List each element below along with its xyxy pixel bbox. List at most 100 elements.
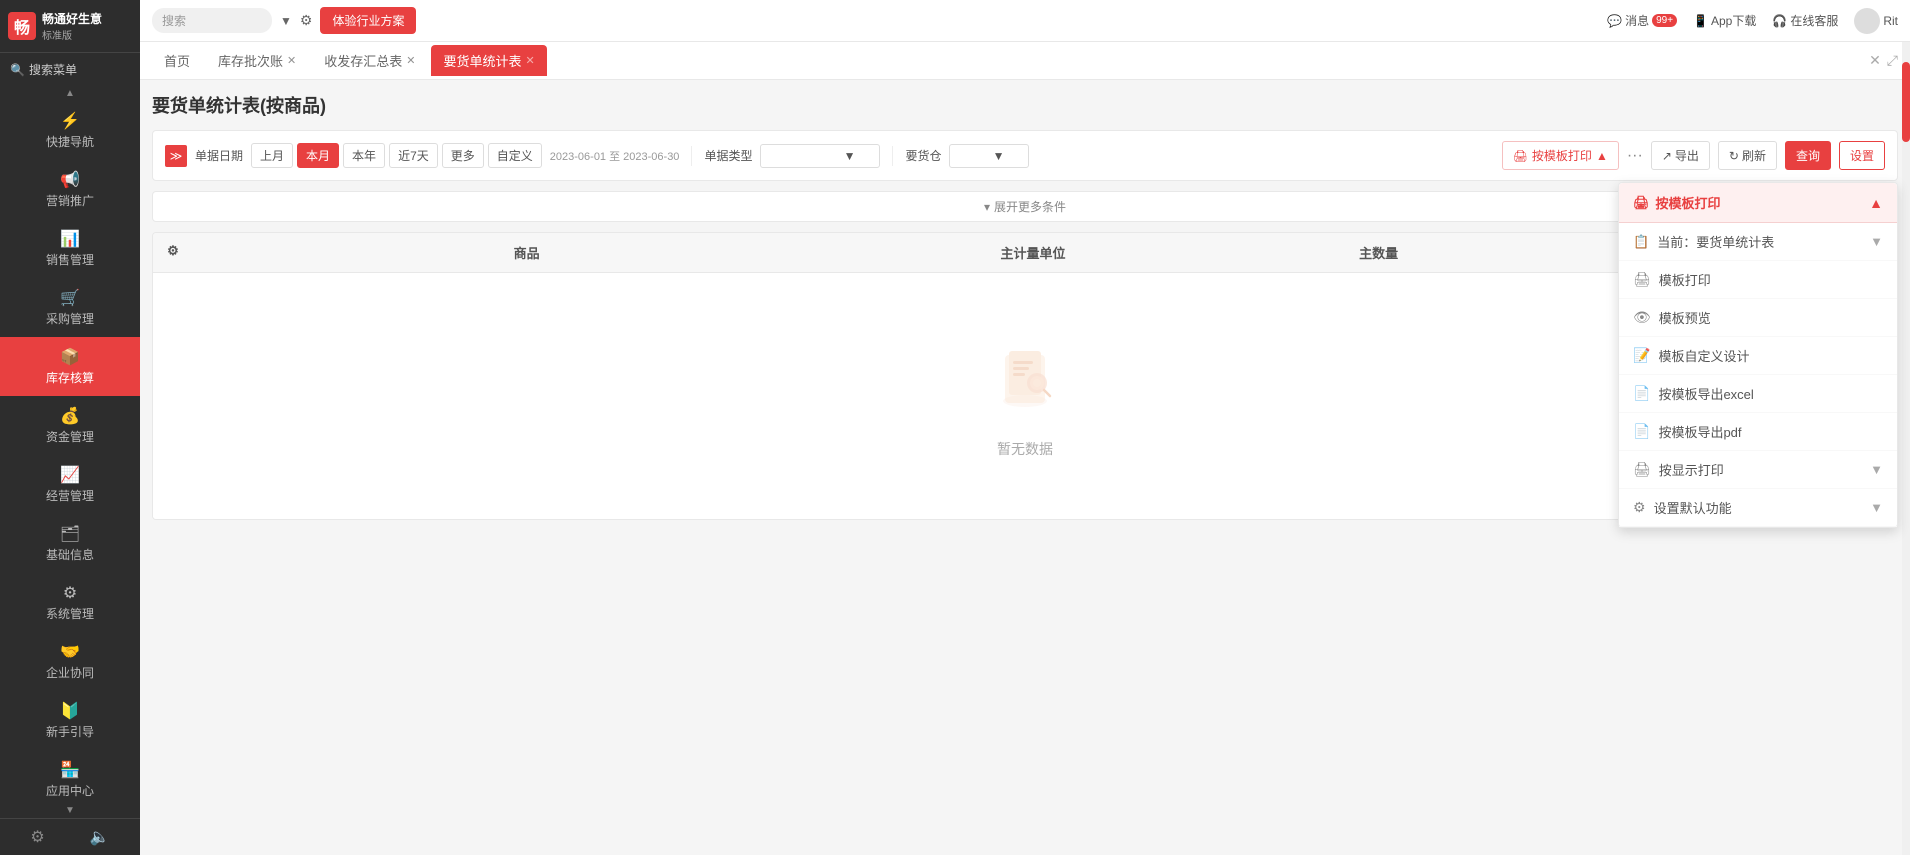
date-current-year-btn[interactable]: 本年 (343, 143, 385, 168)
print-label: 按模板打印 (1532, 147, 1592, 164)
toolbar-more-icon[interactable]: ··· (1627, 147, 1643, 165)
date-custom-btn[interactable]: 自定义 (488, 143, 542, 168)
dropdown-current-template[interactable]: 📋 当前：要货单统计表 ▼ (1619, 223, 1897, 261)
tab-receipt-summary-label: 收发存汇总表 (324, 51, 402, 70)
filter-bar: ≫ 单据日期 上月 本月 本年 近7天 更多 自定义 2023-06-01 至 … (152, 130, 1898, 181)
display-print-icon: 🖨 (1633, 461, 1651, 478)
template-custom-label: 模板自定义设计 (1658, 346, 1749, 365)
settings-btn[interactable]: 设置 (1839, 141, 1885, 170)
sidebar-item-sales[interactable]: 📊 销售管理 (0, 219, 140, 278)
search-icon: 🔍 (10, 63, 25, 77)
date-last-month-btn[interactable]: 上月 (251, 143, 293, 168)
tab-close-all-icon[interactable]: ✕ (1869, 52, 1881, 69)
notification-item[interactable]: 💬 消息 99+ (1607, 12, 1677, 29)
topbar-right: 💬 消息 99+ 📱 App下载 🎧 在线客服 Rit (1607, 8, 1898, 34)
dropdown-close-btn[interactable]: ▲ (1869, 195, 1883, 211)
export-btn[interactable]: ↗ 导出 (1651, 141, 1710, 170)
topbar-dropdown-arrow[interactable]: ▼ (280, 14, 292, 28)
sidebar-item-inventory[interactable]: 📦 库存核算 (0, 337, 140, 396)
username-label: Rit (1883, 14, 1898, 28)
finance-icon: 💰 (60, 406, 80, 426)
sidebar-scroll-down[interactable]: ▼ (65, 805, 75, 816)
current-template-icon: 📋 (1633, 234, 1649, 250)
settings-label: 设置 (1850, 147, 1874, 164)
dropdown-item-display-print[interactable]: 🖨 按显示打印 ▼ (1619, 451, 1897, 489)
app-download-label: App下载 (1711, 12, 1756, 29)
tab-inventory-batch[interactable]: 库存批次账 ✕ (206, 45, 308, 76)
sidebar-item-quick-nav[interactable]: ⚡ 快捷导航 (0, 101, 140, 160)
template-print-icon: 🖨 (1633, 271, 1651, 288)
app-download-item[interactable]: 📱 App下载 (1693, 12, 1756, 29)
tab-receipt-summary[interactable]: 收发存汇总表 ✕ (312, 45, 427, 76)
filter-divider (691, 146, 692, 166)
query-label: 查询 (1796, 147, 1820, 164)
notification-label: 消息 (1625, 12, 1649, 29)
tab-inventory-batch-close[interactable]: ✕ (287, 54, 296, 67)
sidebar-item-purchase[interactable]: 🛒 采购管理 (0, 278, 140, 337)
print-template-btn[interactable]: 🖨 按模板打印 ▲ (1502, 141, 1619, 170)
dropdown-item-template-preview[interactable]: 👁 模板预览 (1619, 299, 1897, 337)
refresh-btn[interactable]: ↻ 刷新 (1718, 141, 1777, 170)
settings-footer-icon[interactable]: ⚙ (30, 827, 44, 847)
topbar-settings-icon[interactable]: ⚙ (300, 12, 313, 29)
tab-order-summary-close[interactable]: ✕ (526, 54, 535, 67)
goods-type-label: 要货仓 (905, 147, 941, 164)
display-print-label: 按显示打印 (1659, 460, 1724, 479)
appstore-label: 应用中心 (46, 782, 94, 799)
operations-icon: 📈 (60, 465, 80, 485)
goods-warehouse-select[interactable]: ▼ (949, 144, 1029, 168)
tab-receipt-summary-close[interactable]: ✕ (406, 54, 415, 67)
tab-order-summary[interactable]: 要货单统计表 ✕ (431, 45, 546, 76)
expand-more-icon: ▾ (984, 200, 990, 214)
sidebar-item-guide[interactable]: 🔰 新手引导 (0, 691, 140, 750)
search-menu-label: 搜索菜单 (29, 61, 77, 78)
tab-home[interactable]: 首页 (152, 45, 202, 76)
experience-btn[interactable]: 体验行业方案 (320, 7, 416, 34)
audio-footer-icon[interactable]: 🔈 (90, 827, 110, 847)
tab-maximize-icon[interactable]: ⤢ (1887, 52, 1898, 69)
display-print-left: 🖨 按显示打印 (1633, 460, 1724, 479)
sidebar-logo: 畅 畅通好生意 标准版 (0, 0, 140, 53)
tab-order-summary-label: 要货单统计表 (443, 51, 521, 70)
system-icon: ⚙ (63, 583, 77, 603)
dropdown-item-export-pdf[interactable]: 📄 按模板导出pdf (1619, 413, 1897, 451)
online-service-item[interactable]: 🎧 在线客服 (1772, 12, 1838, 29)
th-product: 商品 (193, 233, 860, 272)
topbar-search-box[interactable]: 搜索 (152, 8, 272, 33)
sidebar-scroll-up[interactable]: ▲ (65, 88, 75, 99)
sidebar-item-operations[interactable]: 📈 经营管理 (0, 455, 140, 514)
finance-label: 资金管理 (46, 428, 94, 445)
toolbar-right: 🖨 按模板打印 ▲ ··· ↗ 导出 ↻ 刷新 查询 (1502, 141, 1885, 170)
sidebar-item-marketing[interactable]: 📢 营销推广 (0, 160, 140, 219)
sidebar-item-system[interactable]: ⚙ 系统管理 (0, 573, 140, 632)
sidebar-footer: ⚙ 🔈 (0, 818, 140, 855)
sidebar-item-finance[interactable]: 💰 资金管理 (0, 396, 140, 455)
dropdown-item-set-default[interactable]: ⚙ 设置默认功能 ▼ (1619, 489, 1897, 527)
sidebar-nav: ⚡ 快捷导航 📢 营销推广 📊 销售管理 🛒 采购管理 📦 库存核算 💰 资金管… (0, 101, 140, 803)
sidebar-item-basic-info[interactable]: 🗂 基础信息 (0, 514, 140, 573)
query-btn[interactable]: 查询 (1785, 141, 1831, 170)
date-last-7-btn[interactable]: 近7天 (389, 143, 438, 168)
right-scrollbar[interactable] (1902, 80, 1910, 855)
dropdown-item-template-custom[interactable]: 📝 模板自定义设计 (1619, 337, 1897, 375)
order-type-select[interactable]: ▼ (760, 144, 880, 168)
quick-nav-icon: ⚡ (60, 111, 80, 131)
sidebar-item-enterprise[interactable]: 🤝 企业协同 (0, 632, 140, 691)
date-current-month-btn[interactable]: 本月 (297, 143, 339, 168)
tabs-controls: ✕ ⤢ (1869, 52, 1898, 69)
dropdown-title: 🖨 按模板打印 (1633, 193, 1721, 212)
sidebar-item-appstore[interactable]: 🏪 应用中心 (0, 750, 140, 803)
user-avatar-area[interactable]: Rit (1854, 8, 1898, 34)
filter-expand-button[interactable]: ≫ (165, 145, 187, 167)
dropdown-item-template-print[interactable]: 🖨 模板打印 (1619, 261, 1897, 299)
set-default-icon: ⚙ (1633, 499, 1646, 516)
search-menu-item[interactable]: 🔍 搜索菜单 (0, 53, 140, 86)
user-avatar (1854, 8, 1880, 34)
date-more-btn[interactable]: 更多 (442, 143, 484, 168)
dropdown-item-export-excel[interactable]: 📄 按模板导出excel (1619, 375, 1897, 413)
th-settings[interactable]: ⚙ (153, 233, 193, 272)
main-content: 搜索 ▼ ⚙ 体验行业方案 💬 消息 99+ 📱 App下载 🎧 在线客服 Ri… (140, 0, 1910, 855)
notification-icon: 💬 (1607, 14, 1622, 28)
tab-home-label: 首页 (164, 51, 190, 70)
th-unit: 主计量单位 (860, 233, 1206, 272)
